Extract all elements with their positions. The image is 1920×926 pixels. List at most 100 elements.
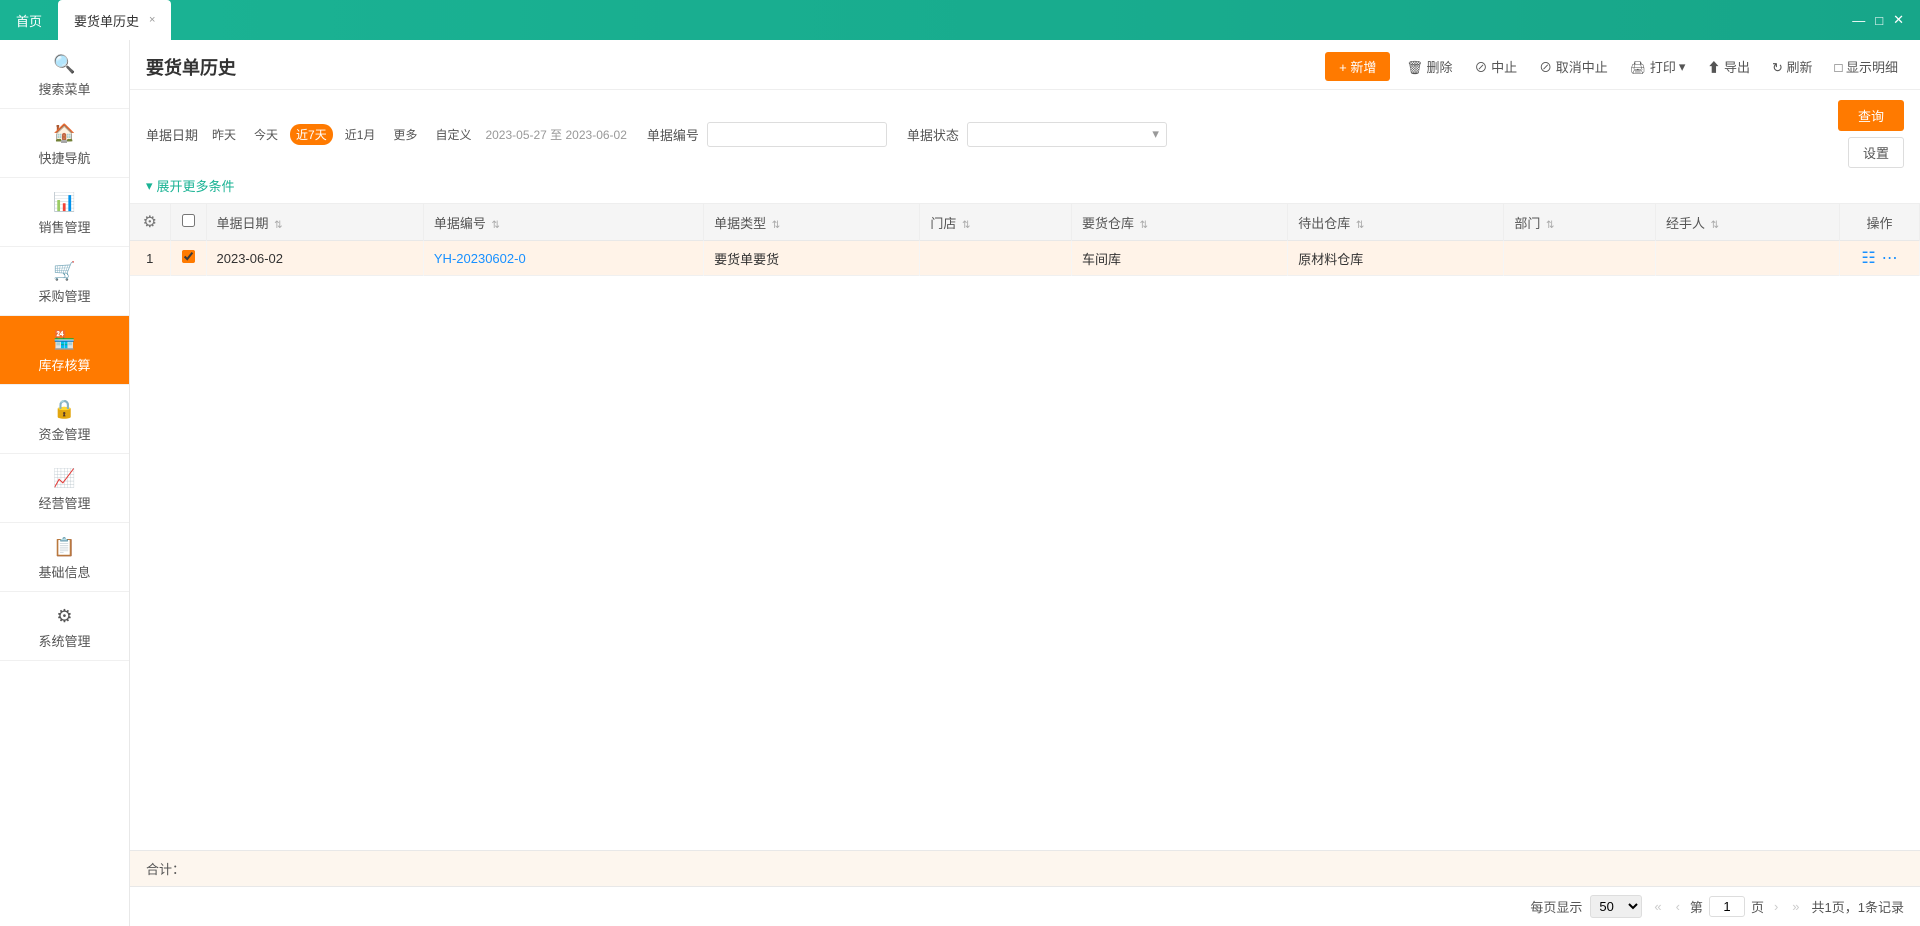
operations-mgmt-icon: 📈 [53, 468, 75, 489]
doc-number-input[interactable] [707, 122, 887, 147]
row-doc-number-link[interactable]: YH-20230602-0 [434, 251, 526, 266]
tab-requisition-history[interactable]: 要货单历史 × [58, 0, 171, 40]
sales-mgmt-icon: 📊 [53, 192, 75, 213]
data-table: ⚙ 单据日期 ⇅ 单据编号 ⇅ [130, 204, 1920, 276]
sidebar-item-operations-mgmt[interactable]: 📈 经营管理 [0, 454, 129, 523]
th-doc-number: 单据编号 ⇅ [423, 204, 703, 241]
sidebar: 🔍 搜索菜单 🏠 快捷导航 📊 销售管理 🛒 采购管理 🏪 库存核算 🔒 资金管… [0, 40, 130, 926]
sort-doc-date-icon[interactable]: ⇅ [274, 220, 282, 231]
print-button-label: 🖨 打印 [1630, 57, 1676, 76]
pagination-bar: 每页显示 50 10 20 100 « ‹ 第 页 › » 共1页，1条记录 [130, 886, 1920, 926]
row-more-icon[interactable]: ⋯ [1882, 248, 1898, 268]
date-btn-yesterday[interactable]: 昨天 [206, 124, 242, 145]
doc-status-select[interactable] [967, 122, 1167, 147]
date-btn-today[interactable]: 今天 [248, 124, 284, 145]
sidebar-item-sales-mgmt[interactable]: 📊 销售管理 [0, 178, 129, 247]
close-button[interactable]: ✕ [1893, 12, 1904, 28]
delete-button[interactable]: 🗑 删除 [1400, 53, 1458, 80]
sidebar-item-search-menu[interactable]: 🔍 搜索菜单 [0, 40, 129, 109]
sidebar-item-search-menu-label: 搜索菜单 [38, 79, 90, 98]
last-page-button[interactable]: » [1788, 897, 1803, 916]
date-btn-last7days[interactable]: 近7天 [290, 124, 333, 145]
sort-pending-warehouse-icon[interactable]: ⇅ [1356, 220, 1364, 231]
page-navigation: « ‹ 第 页 › » [1650, 896, 1803, 917]
export-button-label: ⬆ 导出 [1707, 57, 1750, 76]
page-number-input[interactable] [1709, 896, 1745, 917]
date-btn-last1month[interactable]: 近1月 [339, 124, 382, 145]
th-store: 门店 ⇅ [920, 204, 1072, 241]
per-page-select[interactable]: 50 10 20 100 [1590, 895, 1642, 918]
sidebar-item-purchase-mgmt-label: 采购管理 [38, 286, 90, 305]
sort-doc-type-icon[interactable]: ⇅ [772, 220, 780, 231]
purchase-mgmt-icon: 🛒 [53, 261, 75, 282]
tab-close-icon[interactable]: × [149, 14, 155, 26]
row-doc-date-cell: 2023-06-02 [206, 241, 423, 276]
print-button[interactable]: 🖨 打印 ▾ [1624, 53, 1692, 80]
page-title: 要货单历史 [146, 54, 236, 80]
tab-bar: 首页 要货单历史 × [0, 0, 1852, 40]
prev-page-button[interactable]: ‹ [1672, 897, 1684, 916]
expand-label: 展开更多条件 [157, 176, 235, 195]
sidebar-item-finance-mgmt[interactable]: 🔒 资金管理 [0, 385, 129, 454]
per-page-label: 每页显示 [1530, 897, 1582, 916]
finance-mgmt-icon: 🔒 [53, 399, 75, 420]
th-doc-type: 单据类型 ⇅ [704, 204, 920, 241]
maximize-button[interactable]: □ [1875, 13, 1883, 28]
export-button[interactable]: ⬆ 导出 [1701, 53, 1756, 80]
show-detail-button[interactable]: □ 显示明细 [1829, 53, 1904, 80]
filter-row-1: 单据日期 昨天 今天 近7天 近1月 更多 自定义 2023-05-27 至 2… [146, 100, 1904, 168]
th-handler: 经手人 ⇅ [1656, 204, 1840, 241]
row-doc-number-cell: YH-20230602-0 [423, 241, 703, 276]
page-prefix-label: 第 [1690, 897, 1703, 916]
sort-department-icon[interactable]: ⇅ [1546, 220, 1554, 231]
query-button[interactable]: 查询 [1838, 100, 1904, 131]
doc-number-filter-group: 单据编号 [647, 122, 887, 147]
search-menu-icon: 🔍 [53, 54, 75, 75]
expand-icon: ▾ [146, 178, 153, 194]
row-checkbox[interactable] [182, 250, 195, 263]
sidebar-item-inventory-mgmt[interactable]: 🏪 库存核算 [0, 316, 129, 385]
filter-row-expand: ▾ 展开更多条件 [146, 176, 1904, 195]
tab-home-label: 首页 [16, 11, 42, 30]
sidebar-item-basic-info[interactable]: 📋 基础信息 [0, 523, 129, 592]
th-checkbox[interactable] [170, 204, 206, 241]
system-mgmt-icon: ⚙ [56, 606, 72, 627]
expand-more-conditions[interactable]: ▾ 展开更多条件 [146, 176, 235, 195]
row-checkbox-cell[interactable] [170, 241, 206, 276]
date-btn-more[interactable]: 更多 [387, 124, 423, 145]
tab-home[interactable]: 首页 [0, 0, 58, 40]
th-doc-date: 单据日期 ⇅ [206, 204, 423, 241]
next-page-button[interactable]: › [1770, 897, 1782, 916]
refresh-button[interactable]: ↻ 刷新 [1766, 53, 1819, 80]
sort-store-icon[interactable]: ⇅ [962, 220, 970, 231]
sidebar-item-quick-nav[interactable]: 🏠 快捷导航 [0, 109, 129, 178]
date-btn-custom[interactable]: 自定义 [429, 124, 477, 145]
suspend-button[interactable]: ⊘ 中止 [1468, 53, 1523, 80]
first-page-button[interactable]: « [1650, 897, 1665, 916]
print-dropdown-icon: ▾ [1679, 59, 1686, 75]
sidebar-item-system-mgmt-label: 系统管理 [38, 631, 90, 650]
sidebar-item-system-mgmt[interactable]: ⚙ 系统管理 [0, 592, 129, 661]
table-header-row: ⚙ 单据日期 ⇅ 单据编号 ⇅ [130, 204, 1920, 241]
sidebar-item-purchase-mgmt[interactable]: 🛒 采购管理 [0, 247, 129, 316]
cancel-suspend-button[interactable]: ⊘ 取消中止 [1533, 53, 1614, 80]
date-range-options: 昨天 今天 近7天 近1月 更多 自定义 [206, 124, 477, 145]
row-handler-cell [1656, 241, 1840, 276]
row-department-cell [1504, 241, 1656, 276]
doc-status-label: 单据状态 [907, 125, 959, 144]
sort-doc-number-icon[interactable]: ⇅ [492, 220, 500, 231]
minimize-button[interactable]: — [1852, 13, 1865, 28]
refresh-button-label: ↻ 刷新 [1772, 57, 1813, 76]
th-settings[interactable]: ⚙ [130, 204, 170, 241]
sort-req-warehouse-icon[interactable]: ⇅ [1140, 220, 1148, 231]
select-all-checkbox[interactable] [182, 214, 195, 227]
doc-status-filter-group: 单据状态 [907, 122, 1167, 147]
quick-nav-icon: 🏠 [53, 123, 75, 144]
row-edit-icon[interactable]: ☷ [1861, 248, 1875, 268]
sort-handler-icon[interactable]: ⇅ [1711, 220, 1719, 231]
column-settings-icon[interactable]: ⚙ [143, 214, 157, 231]
add-button[interactable]: + 新增 [1325, 52, 1390, 81]
settings-button[interactable]: 设置 [1848, 137, 1904, 168]
filter-bar: 单据日期 昨天 今天 近7天 近1月 更多 自定义 2023-05-27 至 2… [130, 90, 1920, 204]
th-req-warehouse: 要货仓库 ⇅ [1071, 204, 1287, 241]
